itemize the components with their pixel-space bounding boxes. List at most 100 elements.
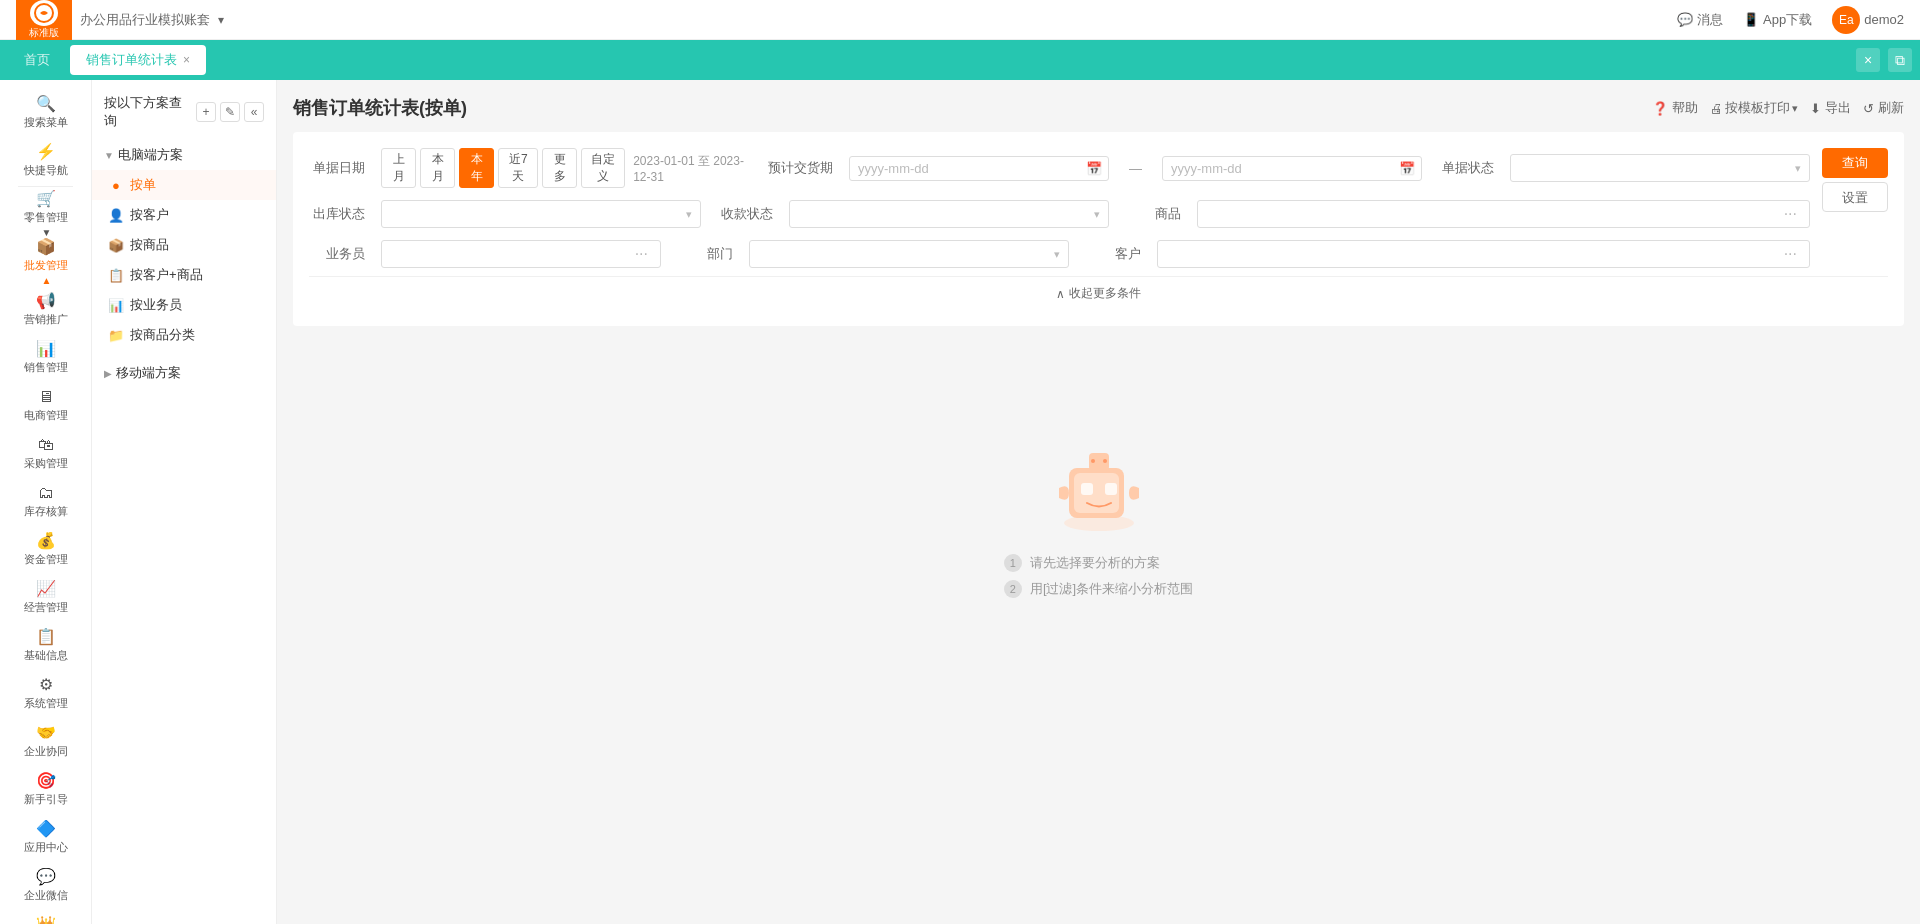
salesperson-dots[interactable]: ··· [631,245,652,263]
panel-header-title: 按以下方案查询 [104,94,190,130]
topbar-title: 办公用品行业模拟账套 [80,11,210,29]
department-select[interactable]: ▾ [749,240,1069,268]
date-btn-custom[interactable]: 自定义 [581,148,625,188]
by-goods-icon: 📦 [108,237,124,253]
collapse-up-icon: ∧ [1056,287,1065,301]
collapse-bar[interactable]: ∧ 收起更多条件 [309,277,1888,310]
sidebar-item-enterprise-wechat[interactable]: 💬 企业微信 [0,861,91,909]
refresh-link[interactable]: ↺ 刷新 [1863,99,1904,117]
system-icon: ⚙ [39,675,53,694]
sidebar-item-enterprise-wechat-label: 企业微信 [24,888,68,903]
sidebar-item-sales[interactable]: 📊 销售管理 [0,333,91,381]
status-select[interactable]: ▾ [1510,154,1810,182]
salesperson-input-group[interactable]: ··· [381,240,661,268]
page-actions: ❓ 帮助 🖨 按模板打印 ▾ ⬇ 导出 ↺ 刷新 [1652,99,1904,117]
page-title-bar: 销售订单统计表(按单) ❓ 帮助 🖨 按模板打印 ▾ ⬇ 导出 ↺ 刷新 [293,96,1904,120]
sidebar-item-search[interactable]: 🔍 搜索菜单 [0,88,91,136]
customer-input-group[interactable]: ··· [1157,240,1810,268]
salesperson-field[interactable] [390,243,631,266]
sidebar-item-inventory-label: 库存核算 [24,504,68,519]
goods-field[interactable] [1206,203,1780,226]
tip2-num: 2 [1004,580,1022,598]
panel-item-by-salesperson[interactable]: 📊 按业务员 [92,290,276,320]
page-title: 销售订单统计表(按单) [293,96,467,120]
message-label: 消息 [1697,11,1723,29]
purchase-icon: 🛍 [38,436,54,454]
panel-item-by-customer[interactable]: 👤 按客户 [92,200,276,230]
topbar-message[interactable]: 💬 消息 [1677,11,1723,29]
nav-tabs: 首页 销售订单统计表 × × ⧉ [0,40,1920,80]
sidebar-item-enterprise[interactable]: 🤝 企业协同 [0,717,91,765]
shipment-select[interactable]: ▾ [381,200,701,228]
sidebar-item-ecommerce[interactable]: 🖥 电商管理 [0,381,91,429]
window-close-btn[interactable]: × [1856,48,1880,72]
date-btn-last-month[interactable]: 上月 [381,148,416,188]
sidebar-item-operations[interactable]: 📈 经营管理 [0,573,91,621]
panel-mobile-section-header[interactable]: ▶ 移动端方案 [92,358,276,388]
sidebar-item-marketing[interactable]: 📢 营销推广 [0,285,91,333]
export-link[interactable]: ⬇ 导出 [1810,99,1851,117]
home-tab-label: 首页 [24,51,50,69]
tip1-text: 请先选择要分析的方案 [1030,554,1160,572]
topbar-user[interactable]: Ea demo2 [1832,6,1904,34]
sidebar-item-guide[interactable]: 🎯 新手引导 [0,765,91,813]
sidebar-item-guide-label: 新手引导 [24,792,68,807]
panel-item-by-goods[interactable]: 📦 按商品 [92,230,276,260]
sidebar-item-purchase[interactable]: 🛍 采购管理 [0,429,91,477]
quick-nav-icon: ⚡ [36,142,56,161]
expected-date-end-field[interactable] [1163,157,1393,180]
guide-icon: 🎯 [36,771,56,790]
sidebar-item-basic-info[interactable]: 📋 基础信息 [0,621,91,669]
panel-item-by-order[interactable]: ● 按单 [92,170,276,200]
customer-dots[interactable]: ··· [1780,245,1801,263]
window-restore-btn[interactable]: ⧉ [1888,48,1912,72]
enterprise-wechat-icon: 💬 [36,867,56,886]
help-link[interactable]: ❓ 帮助 [1652,99,1698,117]
date-btn-7days[interactable]: 近7天 [498,148,538,188]
panel-collapse-btn[interactable]: « [244,102,264,122]
goods-dots[interactable]: ··· [1780,205,1801,223]
date-btn-this-year[interactable]: 本年 [459,148,494,188]
sidebar: 🔍 搜索菜单 ⚡ 快捷导航 🛒 零售管理 ▼ 📦 批发管理 ▲ 📢 营销推广 📊… [0,80,92,924]
sidebar-item-wholesale[interactable]: 📦 批发管理 ▲ [0,237,91,285]
salesperson-label: 业务员 [309,245,365,263]
customer-field[interactable] [1166,243,1780,266]
date-btn-this-month[interactable]: 本月 [420,148,455,188]
sidebar-item-member[interactable]: 👑 畅会员 [0,909,91,924]
sidebar-item-app-center[interactable]: 🔷 应用中心 [0,813,91,861]
topbar-app-download[interactable]: 📱 App下载 [1743,11,1812,29]
print-link[interactable]: 🖨 按模板打印 ▾ [1710,99,1798,117]
panel-add-btn[interactable]: + [196,102,216,122]
date-btn-more[interactable]: 更多 [542,148,577,188]
goods-input-group[interactable]: ··· [1197,200,1810,228]
sidebar-item-retail[interactable]: 🛒 零售管理 ▼ [0,189,91,237]
settings-btn[interactable]: 设置 [1822,182,1888,212]
logo-label: 标准版 [29,26,59,40]
panel-edit-btn[interactable]: ✎ [220,102,240,122]
tab-sales-order[interactable]: 销售订单统计表 × [70,45,206,75]
sidebar-item-system[interactable]: ⚙ 系统管理 [0,669,91,717]
panel-item-by-category[interactable]: 📁 按商品分类 [92,320,276,350]
query-btn[interactable]: 查询 [1822,148,1888,178]
sidebar-item-operations-label: 经营管理 [24,600,68,615]
sidebar-item-inventory[interactable]: 🗂 库存核算 [0,477,91,525]
by-salesperson-icon: 📊 [108,297,124,313]
tab-close-icon[interactable]: × [183,53,190,67]
expected-date-start-input[interactable]: 📅 [849,156,1109,181]
topbar-dropdown-icon[interactable]: ▾ [218,13,224,27]
topbar: 标准版 办公用品行业模拟账套 ▾ 💬 消息 📱 App下载 Ea demo2 [0,0,1920,40]
tab-home[interactable]: 首页 [8,45,66,75]
panel-desktop-section-header[interactable]: ▼ 电脑端方案 [92,140,276,170]
sidebar-item-quick-nav[interactable]: ⚡ 快捷导航 [0,136,91,184]
sidebar-item-finance[interactable]: 💰 资金管理 [0,525,91,573]
department-label: 部门 [677,245,733,263]
expected-date-end-input[interactable]: 📅 [1162,156,1422,181]
app-label: App下载 [1763,11,1812,29]
date-filter-label: 单据日期 [309,159,365,177]
inventory-icon: 🗂 [38,484,54,502]
panel-item-by-customer-goods[interactable]: 📋 按客户+商品 [92,260,276,290]
payment-select[interactable]: ▾ [789,200,1109,228]
by-category-label: 按商品分类 [130,326,195,344]
expected-date-start-field[interactable] [850,157,1080,180]
marketing-icon: 📢 [36,291,56,310]
